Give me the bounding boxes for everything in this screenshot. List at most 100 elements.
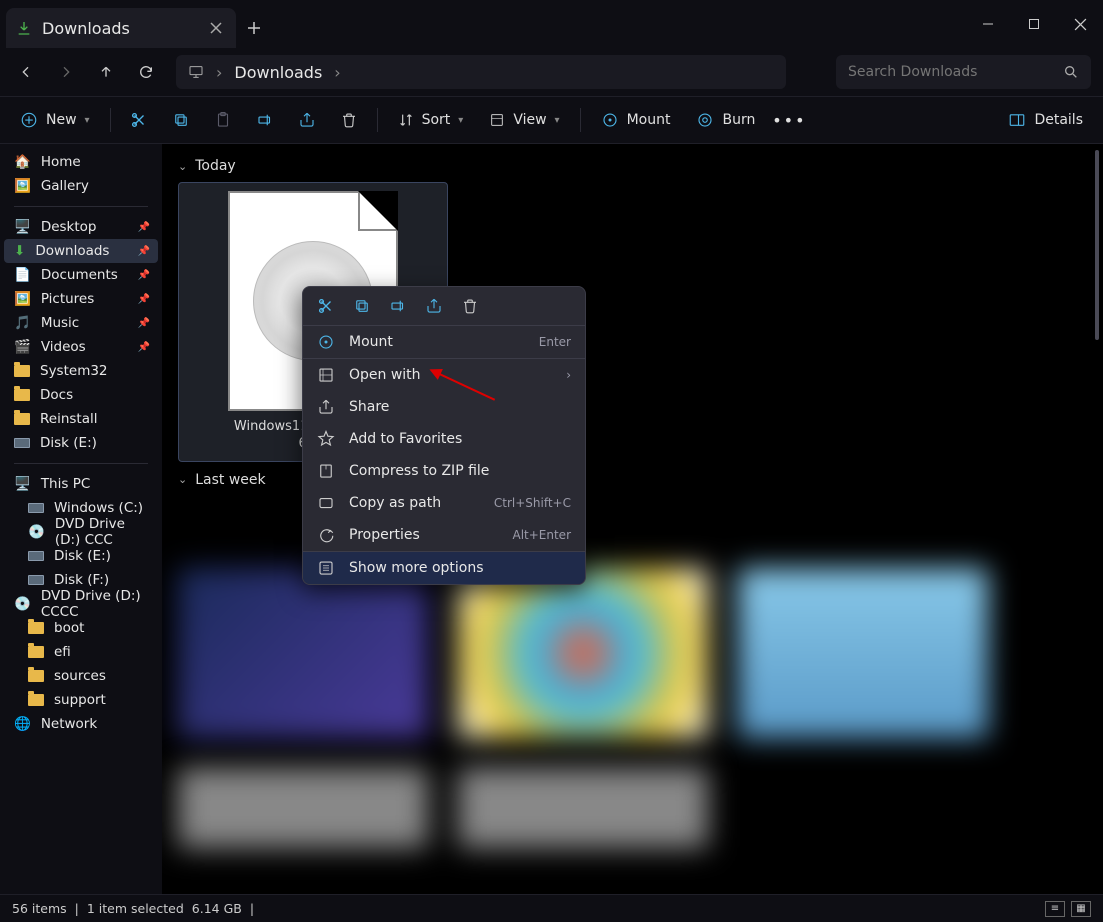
sidebar-item-desktop[interactable]: 🖥️Desktop📌 (4, 215, 158, 239)
more-button[interactable]: ••• (769, 102, 809, 138)
separator (580, 108, 581, 132)
sidebar-item-boot[interactable]: boot (4, 616, 158, 640)
cut-button[interactable] (119, 102, 159, 138)
sidebar-item-gallery[interactable]: 🖼️Gallery (4, 174, 158, 198)
chevron-down-icon: ⌄ (178, 473, 187, 486)
copypath-icon (317, 494, 335, 512)
ctx-properties[interactable]: PropertiesAlt+Enter (303, 519, 585, 551)
mount-icon (317, 333, 335, 351)
chevron-right-icon: › (566, 368, 571, 382)
folder-icon (28, 670, 44, 682)
new-tab-button[interactable] (236, 8, 272, 48)
sidebar-item-documents[interactable]: 📄Documents📌 (4, 263, 158, 287)
share-button[interactable] (287, 102, 327, 138)
group-today[interactable]: ⌄Today (178, 158, 1087, 174)
sidebar-item-videos[interactable]: 🎬Videos📌 (4, 335, 158, 359)
details-view-toggle[interactable]: ≡ (1045, 901, 1065, 917)
ctx-share-icon[interactable] (425, 297, 443, 315)
folder-icon (14, 389, 30, 401)
sidebar-item-network[interactable]: 🌐Network (4, 712, 158, 736)
tab-title: Downloads (42, 19, 130, 38)
chevron-right-icon[interactable]: › (216, 63, 222, 82)
search-box[interactable] (836, 55, 1091, 89)
sidebar-item-docs[interactable]: Docs (4, 383, 158, 407)
refresh-button[interactable] (128, 54, 164, 90)
star-icon (317, 430, 335, 448)
sidebar-item-pictures[interactable]: 🖼️Pictures📌 (4, 287, 158, 311)
maximize-button[interactable] (1011, 0, 1057, 48)
minimize-button[interactable] (965, 0, 1011, 48)
chevron-down-icon: ▾ (85, 115, 90, 126)
sidebar-item-reinstall[interactable]: Reinstall (4, 407, 158, 431)
details-pane-button[interactable]: Details (996, 102, 1095, 138)
back-button[interactable] (8, 54, 44, 90)
ctx-add-favorites[interactable]: Add to Favorites (303, 423, 585, 455)
folder-icon (14, 413, 30, 425)
sort-button[interactable]: Sort ▾ (386, 102, 476, 138)
mount-button[interactable]: Mount (589, 102, 683, 138)
ctx-share[interactable]: Share (303, 391, 585, 423)
chevron-down-icon: ▾ (458, 115, 463, 126)
close-window-button[interactable] (1057, 0, 1103, 48)
ctx-show-more[interactable]: Show more options (303, 552, 585, 584)
burn-icon (696, 111, 714, 129)
ctx-compress-zip[interactable]: Compress to ZIP file (303, 455, 585, 487)
status-item-count: 56 items (12, 901, 67, 916)
forward-button[interactable] (48, 54, 84, 90)
scrollbar[interactable] (1095, 150, 1099, 340)
new-icon (20, 111, 38, 129)
paste-button[interactable] (203, 102, 243, 138)
ctx-cut-icon[interactable] (317, 297, 335, 315)
sidebar-item-dvd-d-2[interactable]: 💿DVD Drive (D:) CCCC (4, 592, 158, 616)
status-selected-count: 1 item selected (87, 901, 184, 916)
titlebar: Downloads (0, 0, 1103, 48)
separator (377, 108, 378, 132)
downloads-tab-icon (16, 20, 32, 36)
sidebar-item-downloads[interactable]: ⬇Downloads📌 (4, 239, 158, 263)
sidebar-item-support[interactable]: support (4, 688, 158, 712)
chevron-right-icon[interactable]: › (334, 63, 340, 82)
sidebar-item-this-pc[interactable]: 🖥️This PC (4, 472, 158, 496)
burn-button[interactable]: Burn (684, 102, 767, 138)
rename-button[interactable] (245, 102, 285, 138)
window-tab[interactable]: Downloads (6, 8, 236, 48)
chevron-down-icon: ⌄ (178, 160, 187, 173)
view-button[interactable]: View ▾ (477, 102, 571, 138)
sidebar-item-dvd-d[interactable]: 💿DVD Drive (D:) CCC (4, 520, 158, 544)
close-tab-icon[interactable] (210, 22, 222, 34)
documents-icon: 📄 (14, 267, 31, 283)
disc-icon: 💿 (14, 596, 31, 612)
sidebar-item-disk-e[interactable]: Disk (E:) (4, 544, 158, 568)
separator (14, 206, 148, 207)
view-icon (489, 112, 505, 128)
copy-button[interactable] (161, 102, 201, 138)
sidebar-item-sources[interactable]: sources (4, 664, 158, 688)
sidebar-item-home[interactable]: 🏠Home (4, 150, 158, 174)
new-button[interactable]: New ▾ (8, 102, 102, 138)
address-bar[interactable]: › Downloads › (176, 55, 786, 89)
sort-icon (398, 112, 414, 128)
monitor-icon (188, 64, 204, 80)
delete-button[interactable] (329, 102, 369, 138)
ctx-copy-icon[interactable] (353, 297, 371, 315)
drive-icon (28, 551, 44, 561)
search-input[interactable] (848, 64, 1063, 80)
ctx-delete-icon[interactable] (461, 297, 479, 315)
sidebar-item-efi[interactable]: efi (4, 640, 158, 664)
ctx-rename-icon[interactable] (389, 297, 407, 315)
separator: | (250, 901, 254, 916)
sidebar-item-music[interactable]: 🎵Music📌 (4, 311, 158, 335)
sidebar-item-system32[interactable]: System32 (4, 359, 158, 383)
search-icon[interactable] (1063, 64, 1079, 80)
properties-icon (317, 526, 335, 544)
up-button[interactable] (88, 54, 124, 90)
openwith-icon (317, 366, 335, 384)
folder-icon (28, 622, 44, 634)
disc-icon: 💿 (28, 524, 45, 540)
sidebar-item-disk-e[interactable]: Disk (E:) (4, 431, 158, 455)
thumbnails-view-toggle[interactable]: ▦ (1071, 901, 1091, 917)
drive-icon (14, 438, 30, 448)
ctx-mount[interactable]: MountEnter (303, 326, 585, 358)
ctx-copy-path[interactable]: Copy as pathCtrl+Shift+C (303, 487, 585, 519)
breadcrumb-segment[interactable]: Downloads (234, 63, 322, 82)
